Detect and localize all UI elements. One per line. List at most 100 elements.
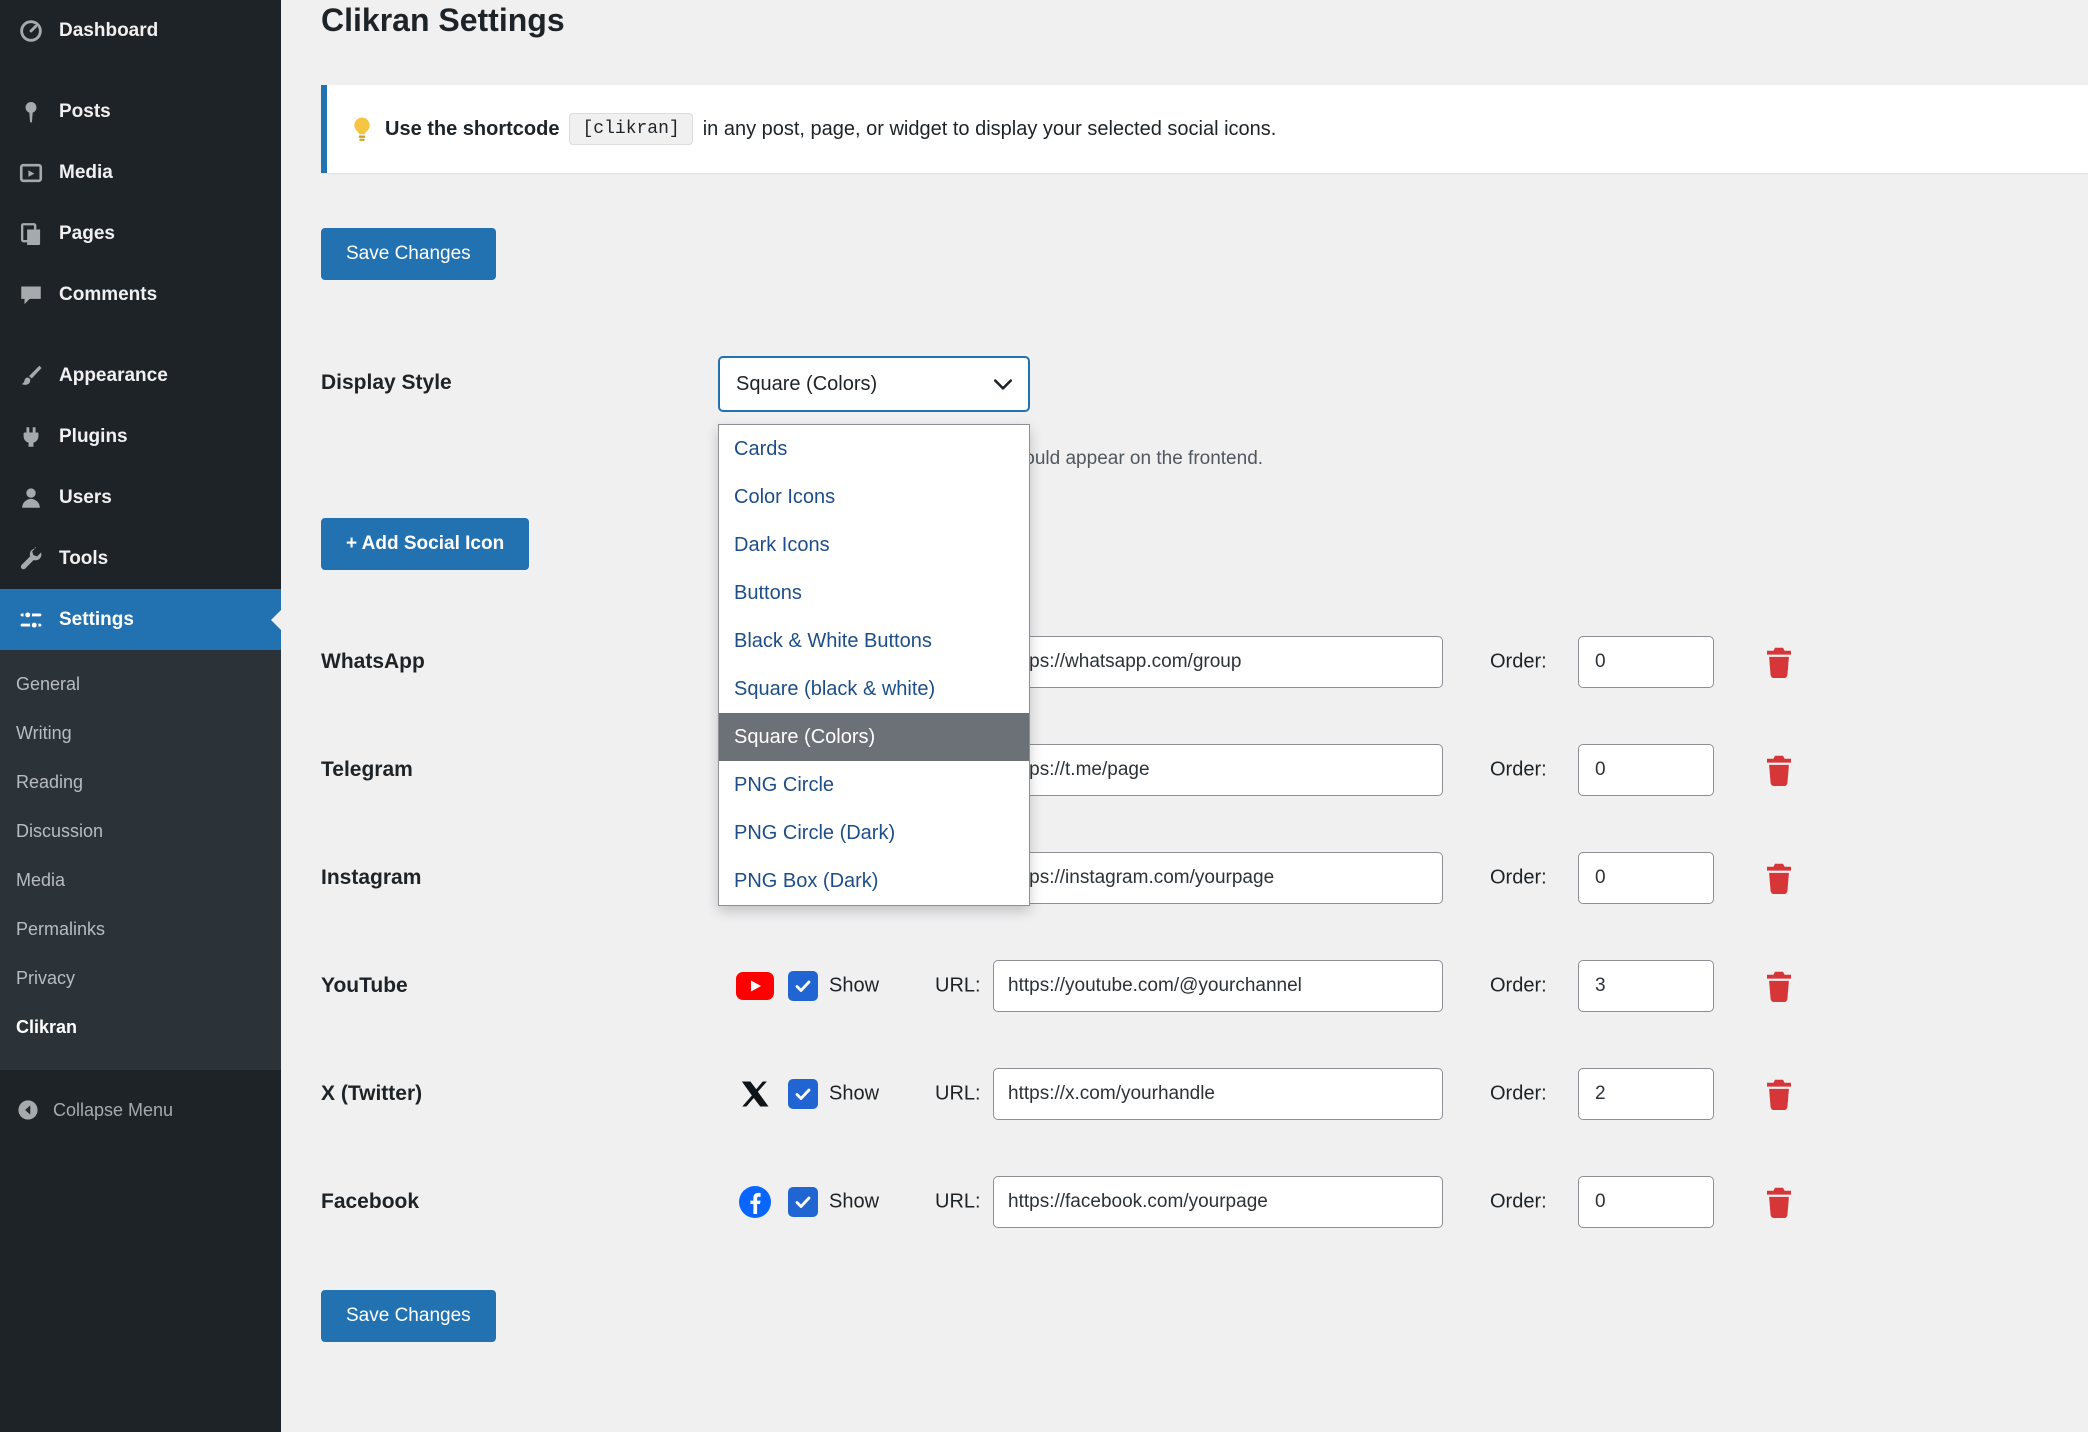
dropdown-option-bw-buttons[interactable]: Black & White Buttons — [719, 617, 1029, 665]
sidebar-item-label: Media — [59, 161, 113, 183]
settings-submenu: General Writing Reading Discussion Media… — [0, 650, 281, 1070]
chevron-down-icon — [994, 378, 1012, 390]
settings-page: Clikran Settings Use the shortcode [clik… — [281, 0, 2088, 1432]
order-input[interactable] — [1578, 636, 1714, 688]
sidebar-item-users[interactable]: Users — [0, 467, 281, 528]
x-twitter-icon — [735, 1074, 775, 1114]
show-label: Show — [829, 1190, 880, 1213]
sidebar-item-label: Dashboard — [59, 19, 159, 41]
users-icon — [18, 485, 44, 511]
order-input[interactable] — [1578, 744, 1714, 796]
submenu-item-media[interactable]: Media — [0, 856, 281, 905]
dropdown-option-square-bw[interactable]: Square (black & white) — [719, 665, 1029, 713]
pin-icon — [18, 99, 44, 125]
sidebar-item-label: Settings — [59, 608, 134, 630]
order-label: Order: — [1490, 866, 1547, 889]
dropdown-option-png-circle-dark[interactable]: PNG Circle (Dark) — [719, 809, 1029, 857]
sidebar-item-label: Comments — [59, 283, 158, 305]
show-checkbox[interactable] — [788, 971, 818, 1001]
sidebar-item-media[interactable]: Media — [0, 142, 281, 203]
delete-icon-button[interactable] — [1761, 643, 1797, 681]
social-name-label: Instagram — [321, 866, 422, 889]
collapse-menu-label: Collapse Menu — [53, 1099, 174, 1120]
sidebar-item-tools[interactable]: Tools — [0, 528, 281, 589]
dropdown-option-square-colors[interactable]: Square (Colors) — [719, 713, 1029, 761]
dropdown-option-dark-icons[interactable]: Dark Icons — [719, 521, 1029, 569]
delete-icon-button[interactable] — [1761, 1183, 1797, 1221]
url-input[interactable] — [993, 960, 1443, 1012]
sidebar-item-appearance[interactable]: Appearance — [0, 345, 281, 406]
social-name-label: YouTube — [321, 974, 408, 997]
sidebar-item-posts[interactable]: Posts — [0, 81, 281, 142]
social-row-instagram: Instagram Show URL: Order: — [321, 824, 2088, 932]
display-style-select[interactable]: Square (Colors) — [718, 356, 1030, 412]
delete-icon-button[interactable] — [1761, 751, 1797, 789]
collapse-menu-button[interactable]: Collapse Menu — [0, 1098, 281, 1122]
admin-sidebar: Dashboard Posts Media Pages Comments App… — [0, 0, 281, 1432]
delete-icon-button[interactable] — [1761, 859, 1797, 897]
order-label: Order: — [1490, 1082, 1547, 1105]
url-input[interactable] — [993, 1068, 1443, 1120]
dropdown-option-png-circle[interactable]: PNG Circle — [719, 761, 1029, 809]
order-input[interactable] — [1578, 1068, 1714, 1120]
shortcode-notice: Use the shortcode [clikran] in any post,… — [321, 85, 2088, 173]
page-title: Clikran Settings — [321, 2, 565, 38]
show-checkbox[interactable] — [788, 1079, 818, 1109]
sidebar-item-settings[interactable]: Settings — [0, 589, 281, 650]
settings-icon — [18, 607, 44, 633]
sidebar-item-label: Plugins — [59, 425, 128, 447]
social-icons-list: WhatsApp Show URL: Order: Telegram Show … — [321, 608, 2088, 1256]
display-style-dropdown: Cards Color Icons Dark Icons Buttons Bla… — [718, 424, 1030, 906]
social-row-facebook: Facebook Show URL: Order: — [321, 1148, 2088, 1256]
dropdown-option-color-icons[interactable]: Color Icons — [719, 473, 1029, 521]
sidebar-item-plugins[interactable]: Plugins — [0, 406, 281, 467]
submenu-item-writing[interactable]: Writing — [0, 709, 281, 758]
order-label: Order: — [1490, 758, 1547, 781]
sidebar-item-label: Posts — [59, 100, 111, 122]
order-label: Order: — [1490, 1190, 1547, 1213]
url-input[interactable] — [993, 1176, 1443, 1228]
display-style-label: Display Style — [321, 371, 452, 394]
sidebar-item-dashboard[interactable]: Dashboard — [0, 0, 281, 61]
order-input[interactable] — [1578, 1176, 1714, 1228]
submenu-item-clikran[interactable]: Clikran — [0, 1003, 281, 1052]
dropdown-option-cards[interactable]: Cards — [719, 425, 1029, 473]
collapse-icon — [16, 1098, 40, 1122]
dropdown-option-buttons[interactable]: Buttons — [719, 569, 1029, 617]
display-style-selected-value: Square (Colors) — [736, 372, 878, 395]
url-label: URL: — [935, 1190, 981, 1213]
submenu-item-privacy[interactable]: Privacy — [0, 954, 281, 1003]
notice-bold-text: Use the shortcode — [385, 117, 560, 140]
order-input[interactable] — [1578, 960, 1714, 1012]
social-name-label: Facebook — [321, 1190, 420, 1213]
delete-icon-button[interactable] — [1761, 967, 1797, 1005]
url-label: URL: — [935, 1082, 981, 1105]
sidebar-item-label: Appearance — [59, 364, 168, 386]
sidebar-item-pages[interactable]: Pages — [0, 203, 281, 264]
submenu-item-general[interactable]: General — [0, 660, 281, 709]
save-changes-button-bottom[interactable]: Save Changes — [321, 1290, 496, 1342]
submenu-item-permalinks[interactable]: Permalinks — [0, 905, 281, 954]
plugins-icon — [18, 424, 44, 450]
show-checkbox[interactable] — [788, 1187, 818, 1217]
submenu-item-reading[interactable]: Reading — [0, 758, 281, 807]
delete-icon-button[interactable] — [1761, 1075, 1797, 1113]
social-row-telegram: Telegram Show URL: Order: — [321, 716, 2088, 824]
url-input[interactable] — [993, 744, 1443, 796]
order-input[interactable] — [1578, 852, 1714, 904]
social-row-youtube: YouTube Show URL: Order: — [321, 932, 2088, 1040]
url-label: URL: — [935, 974, 981, 997]
sidebar-item-comments[interactable]: Comments — [0, 264, 281, 325]
sidebar-item-label: Users — [59, 486, 112, 508]
youtube-icon — [735, 966, 775, 1006]
url-input[interactable] — [993, 852, 1443, 904]
save-changes-button-top[interactable]: Save Changes — [321, 228, 496, 280]
notice-text: in any post, page, or widget to display … — [702, 117, 1277, 140]
dropdown-option-png-box-dark[interactable]: PNG Box (Dark) — [719, 857, 1029, 905]
submenu-item-discussion[interactable]: Discussion — [0, 807, 281, 856]
order-label: Order: — [1490, 650, 1547, 673]
add-social-icon-button[interactable]: + Add Social Icon — [321, 518, 530, 570]
shortcode-chip: [clikran] — [569, 113, 693, 145]
social-row-whatsapp: WhatsApp Show URL: Order: — [321, 608, 2088, 716]
url-input[interactable] — [993, 636, 1443, 688]
